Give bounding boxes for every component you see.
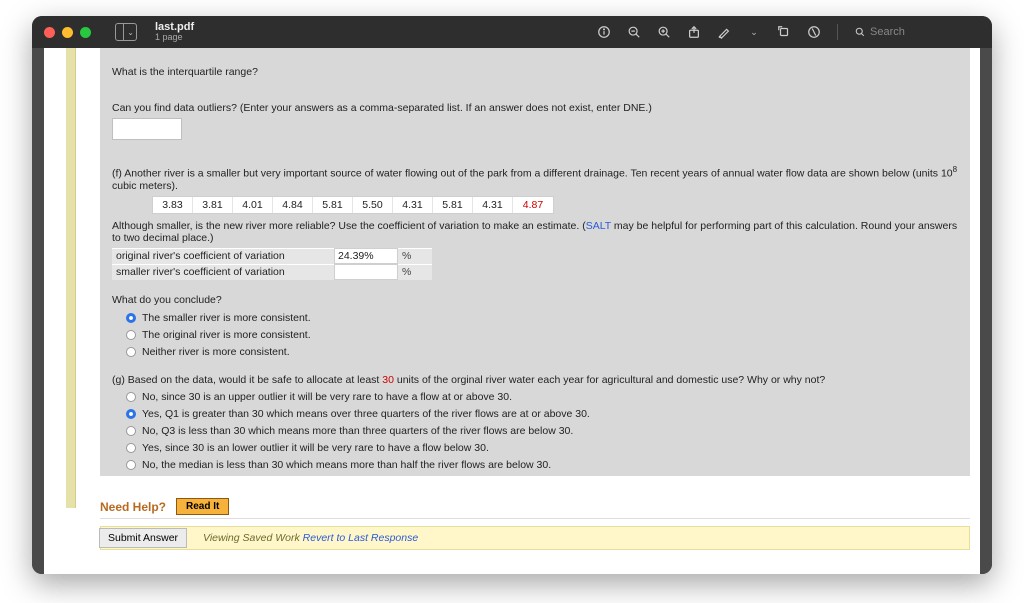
data-cell: 4.84: [273, 197, 313, 213]
submit-answer-button[interactable]: Submit Answer: [99, 528, 187, 548]
window-controls: [44, 27, 91, 38]
toolbar-right: ⌄: [597, 24, 980, 40]
document-viewport[interactable]: What is the interquartile range? Can you…: [32, 48, 992, 574]
radio-conclude-2[interactable]: [126, 347, 136, 357]
footer-bar: Submit Answer Viewing Saved Work Revert …: [100, 526, 970, 550]
cv-smaller-input[interactable]: [334, 264, 398, 280]
divider: [100, 518, 970, 519]
part-g-prompt: (g) Based on the data, would it be safe …: [112, 374, 958, 386]
pdf-page: What is the interquartile range? Can you…: [44, 48, 980, 574]
radio-conclude-1[interactable]: [126, 330, 136, 340]
cv-prompt: Although smaller, is the new river more …: [112, 220, 958, 244]
data-cell: 4.01: [233, 197, 273, 213]
salt-link[interactable]: SALT: [586, 220, 611, 232]
titlebar: ⌄ last.pdf 1 page ⌄: [32, 16, 992, 48]
radio-g-3[interactable]: [126, 443, 136, 453]
flow-data-table: 3.83 3.81 4.01 4.84 5.81 5.50 4.31 5.81 …: [152, 196, 554, 214]
markup-icon[interactable]: [717, 25, 731, 39]
chevron-down-icon[interactable]: ⌄: [747, 25, 761, 39]
data-cell: 3.83: [153, 197, 193, 213]
info-icon[interactable]: [597, 25, 611, 39]
margin-highlight-bar: [66, 48, 76, 508]
chevron-down-icon: ⌄: [127, 28, 134, 37]
page-count-label: 1 page: [155, 33, 194, 42]
radio-g-1[interactable]: [126, 409, 136, 419]
radio-g-4[interactable]: [126, 460, 136, 470]
rotate-icon[interactable]: [777, 25, 791, 39]
part-f-prompt: (f) Another river is a smaller but very …: [112, 165, 958, 192]
toolbar-divider: [837, 24, 838, 40]
zoom-window-button[interactable]: [80, 27, 91, 38]
radio-g-2[interactable]: [126, 426, 136, 436]
read-it-button[interactable]: Read It: [176, 498, 229, 515]
zoom-in-icon[interactable]: [657, 25, 671, 39]
document-title: last.pdf 1 page: [155, 22, 194, 42]
iqr-question: What is the interquartile range?: [112, 66, 958, 78]
radio-conclude-0[interactable]: [126, 313, 136, 323]
part-g-options: No, since 30 is an upper outlier it will…: [112, 391, 958, 471]
data-cell: 3.81: [193, 197, 233, 213]
search-group: [854, 26, 980, 38]
search-icon: [854, 26, 866, 38]
conclude-options: The smaller river is more consistent. Th…: [112, 312, 958, 358]
need-help-row: Need Help? Read It: [100, 498, 229, 515]
sidebar-toggle-button[interactable]: ⌄: [115, 23, 137, 41]
share-icon[interactable]: [687, 25, 701, 39]
data-cell: 4.87: [513, 197, 553, 213]
radio-g-0[interactable]: [126, 392, 136, 402]
close-window-button[interactable]: [44, 27, 55, 38]
need-help-label: Need Help?: [100, 500, 166, 514]
zoom-out-icon[interactable]: [627, 25, 641, 39]
revert-link[interactable]: Revert to Last Response: [303, 532, 419, 544]
cv-row-original: original river's coefficient of variatio…: [112, 248, 432, 264]
data-cell: 5.81: [313, 197, 353, 213]
viewing-label: Viewing Saved Work Revert to Last Respon…: [203, 532, 418, 544]
minimize-window-button[interactable]: [62, 27, 73, 38]
cv-row-smaller: smaller river's coefficient of variation…: [112, 264, 432, 280]
outliers-question: Can you find data outliers? (Enter your …: [112, 102, 958, 114]
data-cell: 5.50: [353, 197, 393, 213]
data-cell: 4.31: [473, 197, 513, 213]
question-panel: What is the interquartile range? Can you…: [100, 48, 970, 476]
data-cell: 5.81: [433, 197, 473, 213]
outliers-input[interactable]: [112, 118, 182, 140]
search-input[interactable]: [870, 26, 980, 38]
data-cell: 4.31: [393, 197, 433, 213]
highlight-icon[interactable]: [807, 25, 821, 39]
cv-original-input[interactable]: 24.39%: [334, 248, 398, 264]
conclude-question: What do you conclude?: [112, 294, 958, 306]
app-window: ⌄ last.pdf 1 page ⌄: [32, 16, 992, 574]
